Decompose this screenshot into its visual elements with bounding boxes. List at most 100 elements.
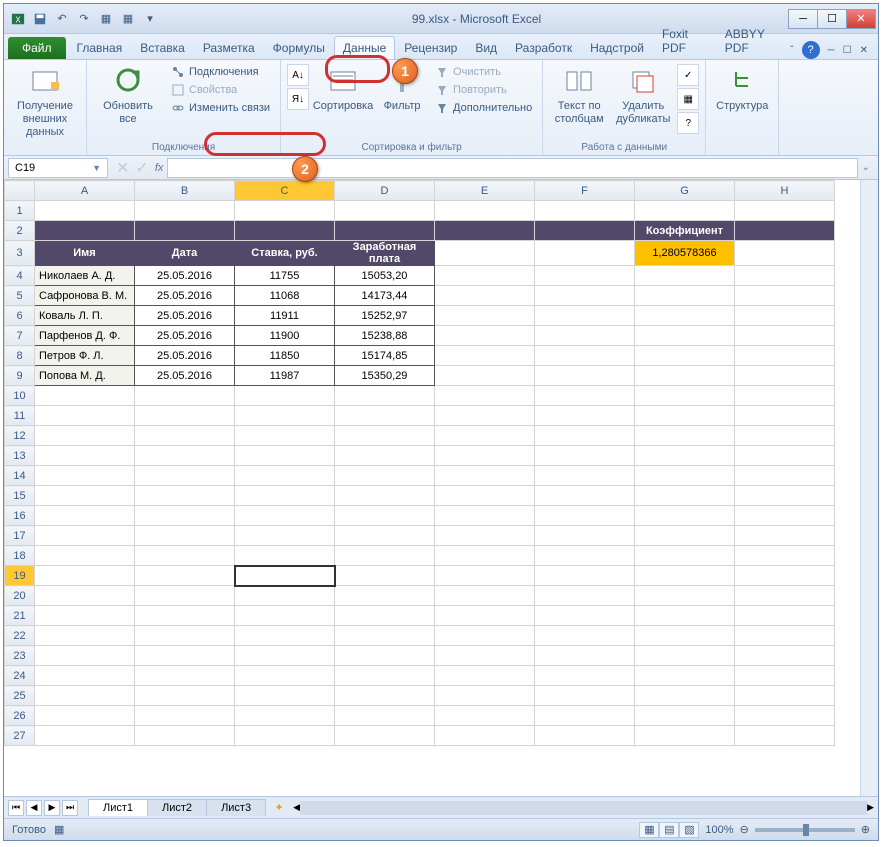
table-cell[interactable]: 11911 xyxy=(235,306,335,326)
new-sheet-button[interactable]: ✦ xyxy=(269,800,289,816)
connections-button[interactable]: Подключения xyxy=(167,64,274,80)
cell[interactable] xyxy=(235,586,335,606)
cell[interactable]: Коэффициент xyxy=(635,221,735,241)
cell[interactable] xyxy=(635,726,735,746)
cell[interactable] xyxy=(635,566,735,586)
cell[interactable] xyxy=(735,646,835,666)
cell[interactable] xyxy=(235,666,335,686)
excel-icon[interactable]: X xyxy=(8,9,28,29)
cell[interactable] xyxy=(435,366,535,386)
qa-dropdown-icon[interactable]: ▾ xyxy=(140,9,160,29)
cell[interactable] xyxy=(335,726,435,746)
row-header[interactable]: 2 xyxy=(5,221,35,241)
row-header[interactable]: 20 xyxy=(5,586,35,606)
cell[interactable] xyxy=(435,566,535,586)
name-box[interactable]: C19▼ xyxy=(8,158,108,178)
row-header[interactable]: 15 xyxy=(5,486,35,506)
cell[interactable] xyxy=(535,546,635,566)
cell[interactable] xyxy=(335,526,435,546)
cell[interactable] xyxy=(35,446,135,466)
tab-data[interactable]: Данные xyxy=(334,36,395,59)
cell[interactable] xyxy=(735,446,835,466)
row-header[interactable]: 19 xyxy=(5,566,35,586)
tab-nav-first[interactable]: ⏮ xyxy=(8,800,24,816)
sort-asc-button[interactable]: A↓ xyxy=(287,64,309,86)
cell[interactable] xyxy=(735,526,835,546)
cell[interactable] xyxy=(135,446,235,466)
row-header[interactable]: 25 xyxy=(5,686,35,706)
help-icon[interactable]: ? xyxy=(802,41,820,59)
table-cell[interactable]: 11900 xyxy=(235,326,335,346)
table-cell[interactable]: 15174,85 xyxy=(335,346,435,366)
table-cell[interactable]: Николаев А. Д. xyxy=(35,266,135,286)
cell[interactable] xyxy=(735,506,835,526)
cell[interactable] xyxy=(735,606,835,626)
advanced-filter-button[interactable]: Дополнительно xyxy=(431,100,536,116)
row-header[interactable]: 6 xyxy=(5,306,35,326)
text-to-columns-button[interactable]: Текст по столбцам xyxy=(549,64,609,128)
cell[interactable] xyxy=(635,386,735,406)
edit-links-button[interactable]: Изменить связи xyxy=(167,100,274,116)
cell[interactable] xyxy=(635,326,735,346)
select-all-corner[interactable] xyxy=(5,181,35,201)
cell[interactable] xyxy=(535,646,635,666)
cell[interactable] xyxy=(235,386,335,406)
cell[interactable] xyxy=(635,706,735,726)
row-header[interactable]: 4 xyxy=(5,266,35,286)
cell[interactable] xyxy=(535,526,635,546)
close-button[interactable]: ✕ xyxy=(846,9,876,29)
cell[interactable] xyxy=(635,546,735,566)
remove-duplicates-button[interactable]: Удалить дубликаты xyxy=(613,64,673,128)
cell[interactable] xyxy=(35,201,135,221)
tab-nav-next[interactable]: ▶ xyxy=(44,800,60,816)
zoom-in-button[interactable]: ⊕ xyxy=(861,823,870,836)
cell[interactable] xyxy=(435,201,535,221)
row-header[interactable]: 10 xyxy=(5,386,35,406)
cell[interactable] xyxy=(435,306,535,326)
cell[interactable] xyxy=(635,201,735,221)
cell[interactable] xyxy=(435,586,535,606)
tab-nav-last[interactable]: ⏭ xyxy=(62,800,78,816)
table-cell[interactable]: 11068 xyxy=(235,286,335,306)
cell[interactable] xyxy=(735,626,835,646)
cell[interactable] xyxy=(535,686,635,706)
cell[interactable] xyxy=(535,266,635,286)
formula-expand-icon[interactable]: ⌄ xyxy=(858,162,874,173)
cell[interactable] xyxy=(335,201,435,221)
row-header[interactable]: 22 xyxy=(5,626,35,646)
cell[interactable] xyxy=(235,546,335,566)
table-cell[interactable]: 25.05.2016 xyxy=(135,346,235,366)
cell[interactable] xyxy=(535,506,635,526)
cell[interactable] xyxy=(35,726,135,746)
tab-insert[interactable]: Вставка xyxy=(131,36,194,59)
cell[interactable] xyxy=(735,286,835,306)
cell[interactable] xyxy=(735,546,835,566)
data-validation-button[interactable]: ✓ xyxy=(677,64,699,86)
cell[interactable] xyxy=(635,506,735,526)
col-header[interactable]: F xyxy=(535,181,635,201)
table-cell[interactable]: 15053,20 xyxy=(335,266,435,286)
cell[interactable] xyxy=(35,566,135,586)
table-cell[interactable]: 25.05.2016 xyxy=(135,266,235,286)
cell[interactable] xyxy=(35,666,135,686)
cell[interactable] xyxy=(435,406,535,426)
cell[interactable] xyxy=(535,726,635,746)
tab-nav-prev[interactable]: ◀ xyxy=(26,800,42,816)
cell[interactable] xyxy=(35,386,135,406)
ribbon-minimize-icon[interactable]: ˇ xyxy=(790,45,793,56)
cell[interactable] xyxy=(535,406,635,426)
cell[interactable] xyxy=(535,346,635,366)
view-normal-button[interactable]: ▦ xyxy=(639,822,659,838)
cell[interactable] xyxy=(35,646,135,666)
cell[interactable] xyxy=(235,466,335,486)
cell[interactable] xyxy=(635,626,735,646)
cell[interactable] xyxy=(635,586,735,606)
cell[interactable] xyxy=(35,486,135,506)
cell[interactable] xyxy=(735,666,835,686)
cell[interactable] xyxy=(735,706,835,726)
cell[interactable] xyxy=(435,506,535,526)
cell[interactable] xyxy=(35,606,135,626)
row-header[interactable]: 13 xyxy=(5,446,35,466)
col-header[interactable]: E xyxy=(435,181,535,201)
qa-icon[interactable]: ▦ xyxy=(96,9,116,29)
